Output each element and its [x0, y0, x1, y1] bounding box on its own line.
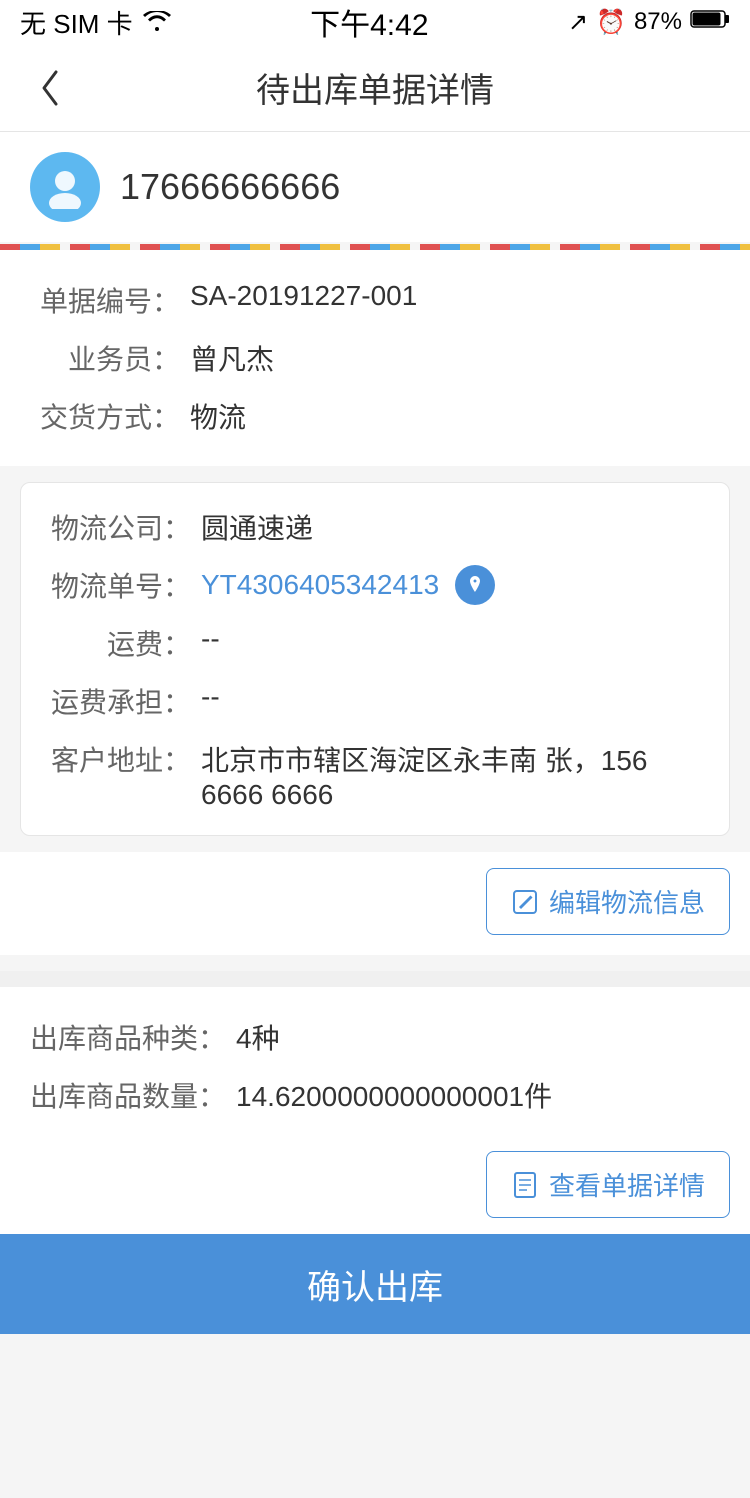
address-row: 客户地址： 北京市市辖区海淀区永丰南 张，156 6666 6666 — [41, 739, 709, 811]
edit-logistics-button[interactable]: 编辑物流信息 — [486, 868, 730, 935]
logistics-company-value: 圆通速递 — [201, 507, 709, 547]
document-no-row: 单据编号： SA-20191227-001 — [30, 280, 720, 320]
battery-icon — [690, 8, 730, 36]
goods-types-label: 出库商品种类： — [30, 1017, 236, 1057]
document-icon — [511, 1171, 539, 1199]
page-title: 待出库单据详情 — [256, 63, 494, 112]
status-right: ↗ ⏰ 87% — [568, 8, 730, 37]
order-info-section: 单据编号： SA-20191227-001 业务员： 曾凡杰 交货方式： 物流 — [0, 250, 750, 466]
freight-bearer-row: 运费承担： -- — [41, 681, 709, 721]
alarm-icon: ⏰ — [596, 8, 626, 37]
logistics-company-row: 物流公司： 圆通速递 — [41, 507, 709, 547]
view-detail-button[interactable]: 查看单据详情 — [486, 1151, 730, 1218]
freight-row: 运费： -- — [41, 623, 709, 663]
logistics-card: 物流公司： 圆通速递 物流单号： YT43064053424​13 运费： --… — [20, 482, 730, 836]
status-left: 无 SIM 卡 — [20, 4, 171, 41]
tracking-no-text: YT43064053424​13 — [201, 569, 439, 601]
freight-value: -- — [201, 623, 709, 655]
delivery-method-label: 交货方式： — [30, 396, 190, 436]
view-detail-label: 查看单据详情 — [549, 1166, 705, 1203]
customer-phone: 17666666666 — [120, 166, 340, 208]
freight-bearer-label: 运费承担： — [41, 681, 201, 721]
location-icon[interactable] — [455, 565, 495, 605]
status-time: 下午4:42 — [310, 0, 428, 44]
carrier-text: 无 SIM 卡 — [20, 4, 133, 41]
confirm-btn-label: 确认出库 — [307, 1260, 443, 1309]
freight-label: 运费： — [41, 623, 201, 663]
view-btn-container: 查看单据详情 — [0, 1135, 750, 1238]
goods-quantity-row: 出库商品数量： 14.620000000000000​1件 — [30, 1075, 720, 1115]
sales-person-row: 业务员： 曾凡杰 — [30, 338, 720, 378]
address-label: 客户地址： — [41, 739, 201, 779]
goods-types-row: 出库商品种类： 4种 — [30, 1017, 720, 1057]
delivery-method-row: 交货方式： 物流 — [30, 396, 720, 436]
battery-percent: 87% — [634, 8, 682, 36]
document-no-value: SA-20191227-001 — [190, 280, 720, 312]
address-value: 北京市市辖区海淀区永丰南 张，156 6666 6666 — [201, 739, 709, 811]
avatar — [30, 152, 100, 222]
customer-header: 17666666666 — [0, 132, 750, 242]
wifi-icon — [143, 7, 171, 38]
sales-person-label: 业务员： — [30, 338, 190, 378]
confirm-button[interactable]: 确认出库 — [0, 1234, 750, 1334]
back-button[interactable] — [20, 58, 80, 118]
tracking-no-value: YT43064053424​13 — [201, 565, 709, 605]
section-separator — [0, 971, 750, 987]
goods-quantity-value: 14.620000000000000​1件 — [236, 1075, 720, 1115]
nav-bar: 待出库单据详情 — [0, 44, 750, 132]
edit-icon — [511, 888, 539, 916]
edit-btn-label: 编辑物流信息 — [549, 883, 705, 920]
sales-person-value: 曾凡杰 — [190, 338, 720, 378]
tracking-no-row: 物流单号： YT43064053424​13 — [41, 565, 709, 605]
edit-btn-container: 编辑物流信息 — [0, 852, 750, 955]
tracking-no-label: 物流单号： — [41, 565, 201, 605]
goods-section: 出库商品种类： 4种 出库商品数量： 14.620000000000000​1件 — [0, 987, 750, 1135]
delivery-method-value: 物流 — [190, 396, 720, 436]
freight-bearer-value: -- — [201, 681, 709, 713]
goods-quantity-label: 出库商品数量： — [30, 1075, 236, 1115]
status-bar: 无 SIM 卡 下午4:42 ↗ ⏰ 87% — [0, 0, 750, 44]
logistics-company-label: 物流公司： — [41, 507, 201, 547]
document-no-label: 单据编号： — [30, 280, 190, 320]
goods-types-value: 4种 — [236, 1017, 720, 1057]
location-status-icon: ↗ — [568, 8, 588, 37]
